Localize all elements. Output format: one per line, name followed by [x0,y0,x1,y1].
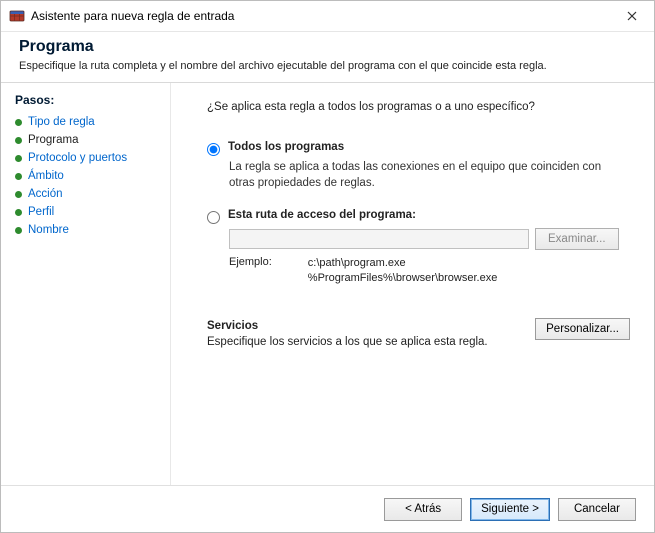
steps-sidebar: Pasos: Tipo de regla Programa Protocolo … [1,83,171,485]
close-button[interactable] [609,1,654,31]
browse-button[interactable]: Examinar... [535,228,619,250]
step-bullet-icon [15,173,22,180]
steps-heading: Pasos: [15,93,162,107]
step-bullet-icon [15,155,22,162]
step-label: Ámbito [28,170,64,182]
option-all-programs-label: Todos los programas [228,141,344,153]
titlebar: Asistente para nueva regla de entrada [1,1,654,32]
next-button[interactable]: Siguiente > [470,498,550,521]
wizard-content: ¿Se aplica esta regla a todos los progra… [171,83,654,485]
back-button[interactable]: < Atrás [384,498,462,521]
step-bullet-icon [15,191,22,198]
wizard-header: Programa Especifique la ruta completa y … [1,32,654,82]
step-label: Perfil [28,206,54,218]
step-bullet-icon [15,119,22,126]
step-tipo-de-regla[interactable]: Tipo de regla [15,113,162,131]
program-path-example: Ejemplo: c:\path\program.exe %ProgramFil… [229,256,630,286]
step-bullet-icon [15,137,22,144]
program-path-area: Examinar... [229,228,630,250]
option-all-programs-desc: La regla se aplica a todas las conexione… [229,160,609,191]
wizard-footer: < Atrás Siguiente > Cancelar [1,485,654,532]
program-path-input[interactable] [229,229,529,249]
page-subtitle: Especifique la ruta completa y el nombre… [19,60,636,72]
option-program-path-row: Esta ruta de acceso del programa: [207,209,630,224]
example-line-2: %ProgramFiles%\browser\browser.exe [308,272,498,284]
close-icon [627,11,637,21]
step-programa[interactable]: Programa [15,131,162,149]
cancel-button[interactable]: Cancelar [558,498,636,521]
option-all-programs-radio[interactable] [207,143,220,156]
step-bullet-icon [15,227,22,234]
step-label: Tipo de regla [28,116,95,128]
step-bullet-icon [15,209,22,216]
services-block: Personalizar... Servicios Especifique lo… [207,320,630,348]
page-heading: Programa [19,38,636,56]
wizard-window: Asistente para nueva regla de entrada Pr… [0,0,655,533]
firewall-icon [9,8,25,24]
step-label: Protocolo y puertos [28,152,127,164]
step-ambito[interactable]: Ámbito [15,167,162,185]
step-label: Programa [28,134,79,146]
step-perfil[interactable]: Perfil [15,203,162,221]
step-protocolo-y-puertos[interactable]: Protocolo y puertos [15,149,162,167]
option-program-path-label: Esta ruta de acceso del programa: [228,209,416,221]
wizard-body: Pasos: Tipo de regla Programa Protocolo … [1,83,654,485]
customize-services-button[interactable]: Personalizar... [535,318,630,340]
content-question: ¿Se aplica esta regla a todos los progra… [207,101,630,113]
window-title: Asistente para nueva regla de entrada [31,9,609,23]
step-accion[interactable]: Acción [15,185,162,203]
step-nombre[interactable]: Nombre [15,221,162,239]
step-label: Acción [28,188,63,200]
step-label: Nombre [28,224,69,236]
option-all-programs-row: Todos los programas [207,141,630,156]
option-program-path-radio[interactable] [207,211,220,224]
example-line-1: c:\path\program.exe [308,257,406,269]
example-label: Ejemplo: [229,256,272,286]
example-lines: c:\path\program.exe %ProgramFiles%\brows… [308,256,498,286]
